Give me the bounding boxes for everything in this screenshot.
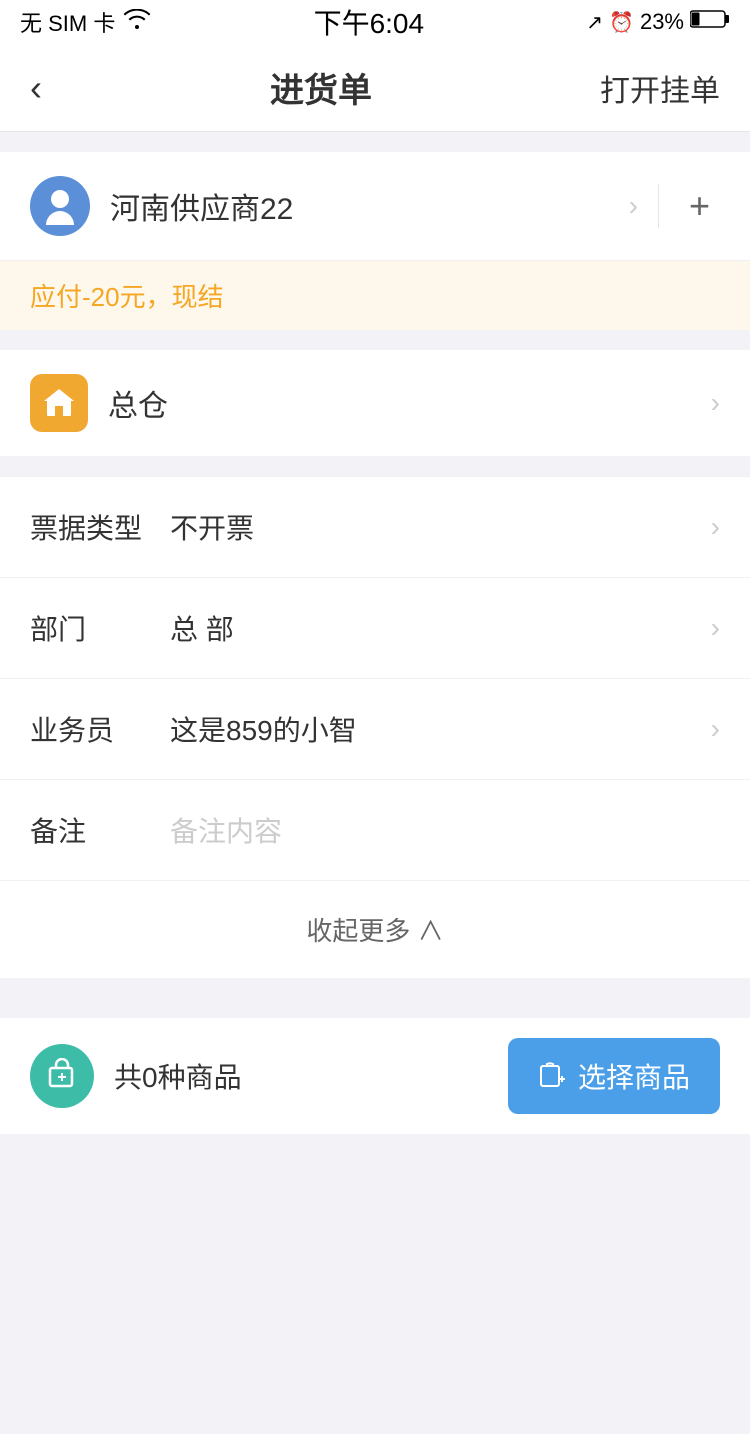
vertical-divider [658,184,659,228]
form-placeholder-remark: 备注内容 [170,810,720,850]
avatar-person-icon [44,190,76,222]
back-button[interactable]: ‹ [30,67,42,109]
battery-icon [690,9,730,35]
status-bar: 无 SIM 卡 下午6:04 ↗ ⏰ 23% [0,0,750,44]
middle-divider-2 [0,456,750,476]
status-left: 无 SIM 卡 [20,6,151,38]
add-supplier-button[interactable]: + [679,185,720,227]
notice-bar: 应付-20元，现结 [0,261,750,330]
open-hang-button[interactable]: 打开挂单 [600,66,720,110]
status-time: 下午6:04 [314,2,425,42]
warehouse-card: 总仓 › [0,350,750,456]
supplier-chevron-icon: › [629,190,638,222]
form-value-salesperson: 这是859的小智 [170,709,711,749]
select-goods-label: 选择商品 [578,1056,690,1096]
bottom-divider [0,978,750,998]
alarm-icon: ⏰ [609,10,634,35]
supplier-avatar [30,176,90,236]
form-row-remark[interactable]: 备注 备注内容 [0,779,750,880]
product-cart-icon [44,1058,80,1094]
form-value-invoice: 不开票 [170,507,711,547]
collapse-row[interactable]: 收起更多 ∧ [0,880,750,978]
nav-bar: ‹ 进货单 打开挂单 [0,44,750,132]
form-label-remark: 备注 [30,810,170,850]
battery-label: 23% [640,9,684,35]
department-chevron-icon: › [711,612,720,644]
form-row-salesperson[interactable]: 业务员 这是859的小智 › [0,678,750,779]
sim-label: 无 SIM 卡 [20,6,115,38]
form-card: 票据类型 不开票 › 部门 总 部 › 业务员 这是859的小智 › 备注 备注… [0,476,750,978]
warehouse-row[interactable]: 总仓 › [0,350,750,456]
form-value-department: 总 部 [170,608,711,648]
invoice-chevron-icon: › [711,511,720,543]
form-label-invoice: 票据类型 [30,507,170,547]
form-label-department: 部门 [30,608,170,648]
select-goods-icon [538,1061,568,1091]
location-icon: ↗ [586,10,603,35]
bottom-section: 共0种商品 选择商品 [0,1018,750,1134]
warehouse-icon-wrap [30,374,88,432]
top-divider [0,132,750,152]
status-right: ↗ ⏰ 23% [586,9,730,35]
middle-divider-1 [0,330,750,350]
supplier-name: 河南供应商22 [110,184,629,228]
wifi-icon [123,9,151,35]
product-icon-wrap [30,1044,94,1108]
warehouse-icon [42,386,76,420]
supplier-row-actions: › + [629,184,720,228]
form-label-salesperson: 业务员 [30,709,170,749]
warehouse-name: 总仓 [108,381,711,425]
form-row-invoice[interactable]: 票据类型 不开票 › [0,476,750,577]
supplier-row[interactable]: 河南供应商22 › + [0,152,750,261]
select-goods-button[interactable]: 选择商品 [508,1038,720,1114]
content-background [0,1134,750,1434]
form-row-department[interactable]: 部门 总 部 › [0,577,750,678]
product-count-label: 共0种商品 [114,1056,508,1096]
supplier-card: 河南供应商22 › + 应付-20元，现结 [0,152,750,330]
notice-text: 应付-20元，现结 [30,282,224,312]
salesperson-chevron-icon: › [711,713,720,745]
collapse-label: 收起更多 ∧ [306,911,443,948]
warehouse-chevron-icon: › [711,387,720,419]
page-title: 进货单 [270,63,372,112]
